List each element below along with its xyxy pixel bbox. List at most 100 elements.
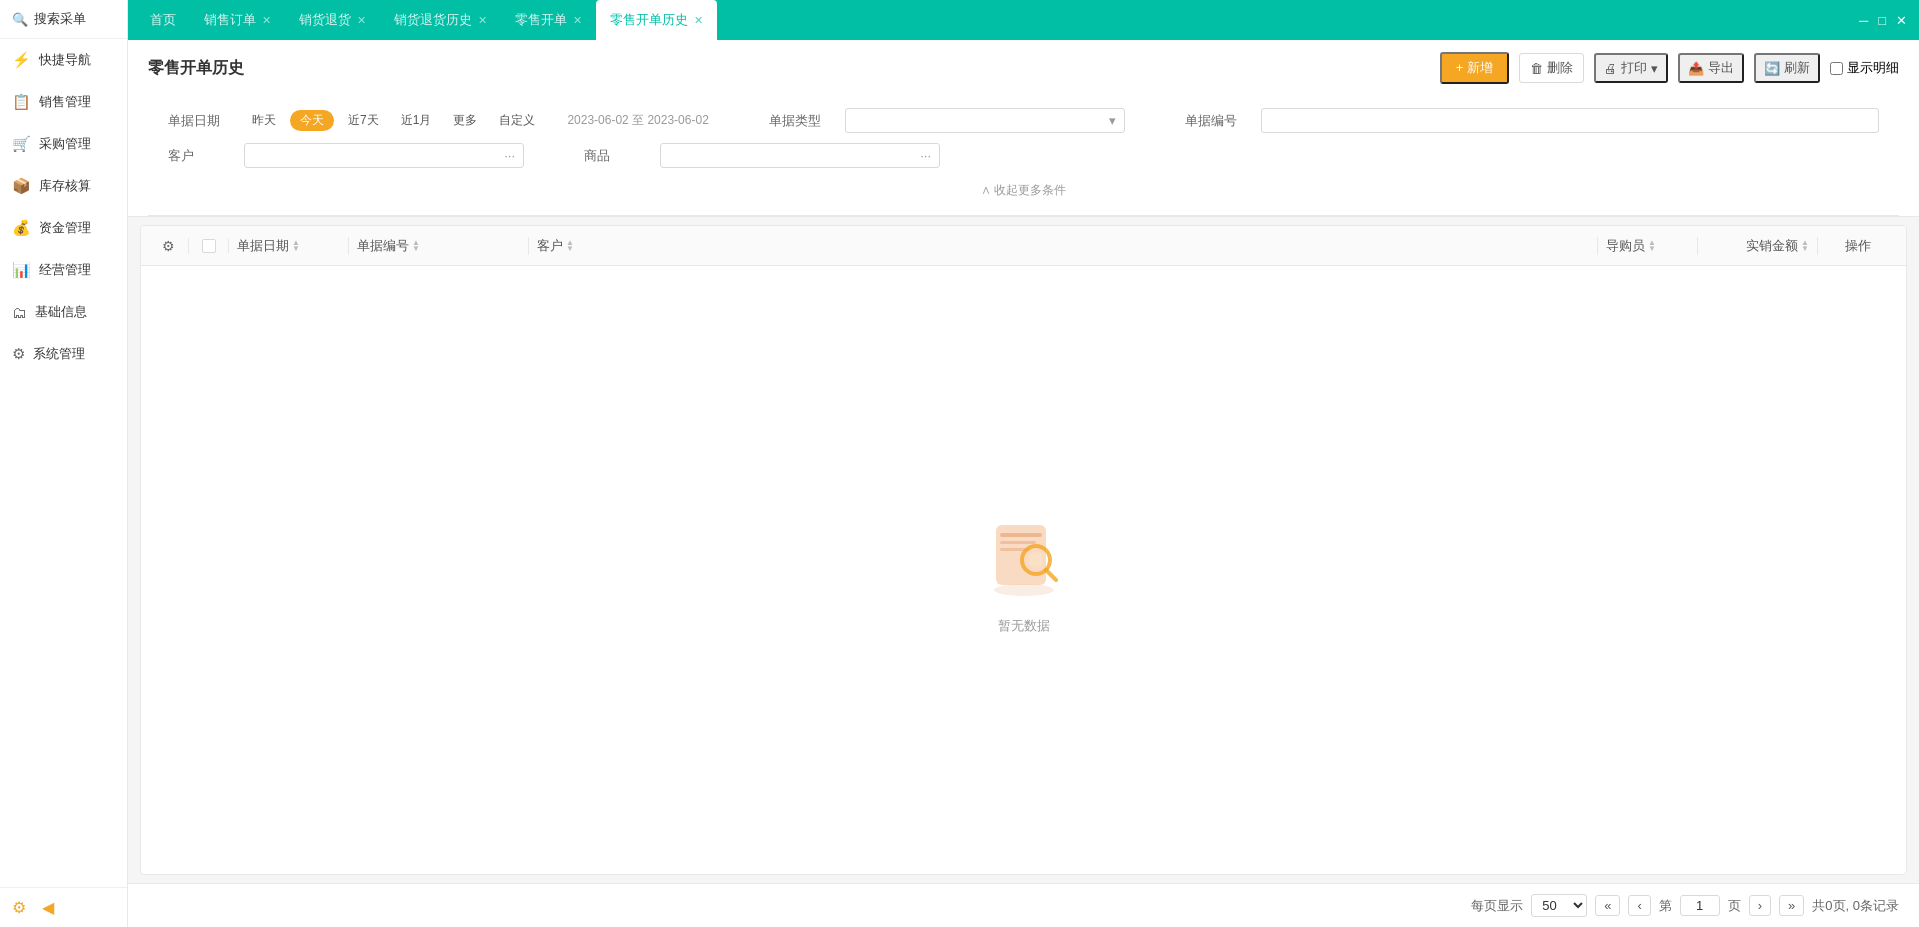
tab-sales-order[interactable]: 销售订单✕ [190,0,285,40]
goods-select[interactable]: ··· [660,143,940,168]
tab-close-retail-open[interactable]: ✕ [573,14,582,27]
th-settings[interactable]: ⚙ [149,238,189,254]
type-filter-label: 单据类型 [769,112,825,130]
tab-label-home: 首页 [150,11,176,29]
sidebar-item-base-info[interactable]: 🗂基础信息 [0,291,127,333]
tab-sales-return[interactable]: 销货退货 ✕ [285,0,380,40]
date-shortcut-昨天[interactable]: 昨天 [244,110,284,131]
th-amount-label: 实销金额 [1746,237,1798,255]
sidebar-item-system-mgmt[interactable]: ⚙系统管理 [0,333,127,375]
customer-ellipsis[interactable]: ··· [504,148,515,163]
sidebar-icon-system-mgmt: ⚙ [12,345,25,363]
guide-sort-icon[interactable]: ▲▼ [1648,240,1656,252]
sidebar-icon-operations: 📊 [12,261,31,279]
window-controls: ─ □ ✕ [1859,13,1911,28]
window-close[interactable]: ✕ [1896,13,1907,28]
tab-close-sales-return[interactable]: ✕ [357,14,366,27]
date-shortcut-自定义[interactable]: 自定义 [491,110,543,131]
amount-sort-icon[interactable]: ▲▼ [1801,240,1809,252]
window-restore[interactable]: □ [1878,13,1886,28]
date-shortcuts: 昨天今天近7天近1月更多自定义 [244,110,543,131]
settings-icon[interactable]: ⚙ [12,898,26,917]
refresh-button[interactable]: 🔄 刷新 [1754,53,1820,83]
sidebar-search-label: 搜索采单 [34,10,86,28]
sidebar-label-base-info: 基础信息 [35,303,87,321]
display-detail-checkbox[interactable] [1830,62,1843,75]
next-page-btn[interactable]: › [1749,895,1771,916]
date-shortcut-近1月[interactable]: 近1月 [393,110,440,131]
pagination-summary: 共0页, 0条记录 [1812,897,1899,915]
svg-line-6 [1046,570,1056,580]
add-button[interactable]: + 新增 [1440,52,1509,84]
customer-sort-icon[interactable]: ▲▼ [566,240,574,252]
tab-bar: 首页销售订单✕销货退货✕销货退货历史✕零售开单✕零售开单历史✕ ─ □ ✕ [128,0,1919,40]
page-input[interactable] [1680,895,1720,916]
sidebar-label-sales-mgmt: 销售管理 [39,93,91,111]
sidebar-item-operations[interactable]: 📊经营管理 [0,249,127,291]
sidebar-item-purchase-mgmt[interactable]: 🛒采购管理 [0,123,127,165]
sidebar-item-inventory[interactable]: 📦 库存核算 [0,165,127,207]
search-icon: 🔍 [12,12,28,27]
th-actions-label: 操作 [1845,237,1871,255]
print-button[interactable]: 🖨 打印 ▾ [1594,53,1668,83]
tab-label-retail-history: 零售开单历史 [610,11,688,29]
date-shortcut-更多[interactable]: 更多 [445,110,485,131]
per-page-label: 每页显示 [1471,897,1523,915]
main-area: 首页销售订单✕销货退货✕销货退货历史✕零售开单✕零售开单历史✕ ─ □ ✕ 零售… [128,0,1919,927]
empty-text: 暂无数据 [998,617,1050,635]
tab-label-sales-return: 销货退货 [299,11,351,29]
export-icon: 📤 [1688,61,1704,76]
per-page-select[interactable]: 102050100 [1531,894,1587,917]
sidebar-item-quick-nav[interactable]: ⚡快捷导航 [0,39,127,81]
num-sort-icon[interactable]: ▲▼ [412,240,420,252]
th-amount: 实销金额 ▲▼ [1698,237,1818,255]
tab-label-sales-return-history: 销货退货历史 [394,11,472,29]
delete-button[interactable]: 🗑 删除 [1519,53,1584,83]
tab-retail-history[interactable]: 零售开单历史 ✕ [596,0,717,40]
export-button[interactable]: 📤 导出 [1678,53,1744,83]
th-num-label: 单据编号 [357,237,409,255]
goods-ellipsis[interactable]: ··· [920,148,931,163]
th-checkbox[interactable] [189,239,229,253]
content-area: 零售开单历史 + 新增 🗑 删除 🖨 打印 ▾ 📤 导出 [128,40,1919,927]
customer-filter-label: 客户 [168,147,224,165]
table-header: ⚙ 单据日期 ▲▼ 单据编号 ▲▼ 客户 ▲▼ 导购员 [141,226,1906,266]
sidebar-icon-quick-nav: ⚡ [12,51,31,69]
delete-icon: 🗑 [1530,61,1543,76]
tab-close-retail-history[interactable]: ✕ [694,14,703,27]
th-actions: 操作 [1818,237,1898,255]
date-range-display: 2023-06-02 至 2023-06-02 [567,112,708,129]
tab-close-sales-return-history[interactable]: ✕ [478,14,487,27]
date-shortcut-今天[interactable]: 今天 [290,110,334,131]
pagination: 每页显示 102050100 « ‹ 第 页 › » 共0页, 0条记录 [128,883,1919,927]
first-page-btn[interactable]: « [1595,895,1620,916]
tab-retail-open[interactable]: 零售开单✕ [501,0,596,40]
sidebar-label-inventory: 库存核算 [39,177,91,195]
window-minimize[interactable]: ─ [1859,13,1868,28]
column-settings-icon[interactable]: ⚙ [162,238,175,254]
tab-close-sales-order[interactable]: ✕ [262,14,271,27]
tab-sales-return-history[interactable]: 销货退货历史 ✕ [380,0,501,40]
sidebar-icon-inventory: 📦 [12,177,31,195]
collapse-button[interactable]: ∧ 收起更多条件 [981,183,1066,197]
sidebar-icon-sales-mgmt: 📋 [12,93,31,111]
page-prefix-label: 第 [1659,897,1672,915]
num-filter-label: 单据编号 [1185,112,1241,130]
date-sort-icon[interactable]: ▲▼ [292,240,300,252]
goods-filter-label: 商品 [584,147,640,165]
sidebar-search[interactable]: 🔍 搜索采单 [0,0,127,39]
filter-row-1: 单据日期 昨天今天近7天近1月更多自定义 2023-06-02 至 2023-0… [168,108,1879,133]
display-detail-checkbox-label[interactable]: 显示明细 [1830,59,1899,77]
num-filter-input[interactable] [1261,108,1879,133]
collapse-sidebar-icon[interactable]: ◀ [42,898,54,917]
customer-select[interactable]: ··· [244,143,524,168]
tab-home[interactable]: 首页 [136,0,190,40]
last-page-btn[interactable]: » [1779,895,1804,916]
sidebar-item-sales-mgmt[interactable]: 📋 销售管理 [0,81,127,123]
date-shortcut-近7天[interactable]: 近7天 [340,110,387,131]
select-all-checkbox[interactable] [202,239,216,253]
sidebar-item-finance[interactable]: 💰资金管理 [0,207,127,249]
type-select[interactable]: ▾ [845,108,1125,133]
prev-page-btn[interactable]: ‹ [1628,895,1650,916]
sidebar-label-finance: 资金管理 [39,219,91,237]
